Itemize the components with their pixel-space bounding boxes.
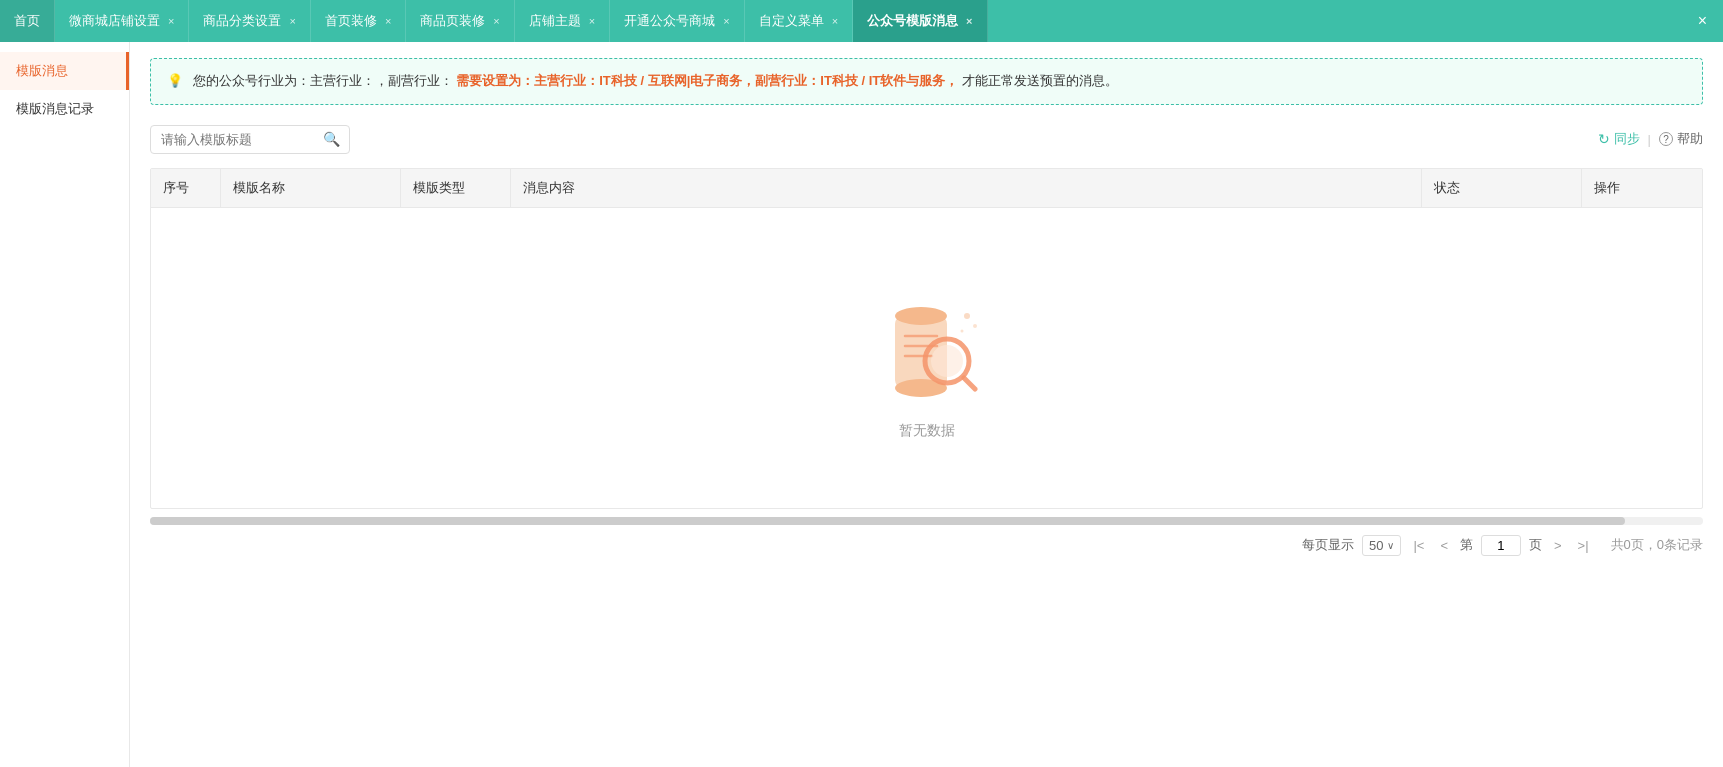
page-number-input[interactable] [1481,535,1521,556]
tab-home-label: 首页 [14,12,40,30]
svg-point-10 [964,313,970,319]
tab-home-decorate-close[interactable]: × [385,15,391,27]
tab-template-msg-close[interactable]: × [966,15,972,27]
tab-store-theme-close[interactable]: × [589,15,595,27]
sidebar-item-template-record[interactable]: 模版消息记录 [0,90,129,128]
tab-template-msg[interactable]: 公众号模版消息 × [853,0,987,42]
sidebar: 模版消息 模版消息记录 [0,42,130,767]
scrollbar-thumb[interactable] [150,517,1625,525]
page-last-btn[interactable]: >| [1574,536,1593,555]
topbar-global-close[interactable]: × [1682,12,1723,30]
empty-state: 暂无数据 [151,208,1702,508]
content-area: 💡 您的公众号行业为：主营行业：，副营行业： 需要设置为：主营行业：IT科技 /… [130,42,1723,767]
svg-point-2 [895,307,947,325]
tab-product-category-label: 商品分类设置 [203,12,281,30]
tab-home-decorate-label: 首页装修 [325,12,377,30]
page-next-btn[interactable]: > [1550,536,1566,555]
tab-store-theme-label: 店铺主题 [529,12,581,30]
page-size-value: 50 [1369,538,1383,553]
pagination: 每页显示 50 ∨ |< < 第 页 > >| 共0页，0条记录 [150,535,1703,556]
tab-micro-shop-close[interactable]: × [168,15,174,27]
tab-custom-menu[interactable]: 自定义菜单 × [745,0,853,42]
page-size-select[interactable]: 50 ∨ [1362,535,1401,556]
svg-point-12 [960,329,963,332]
tab-template-msg-label: 公众号模版消息 [867,12,958,30]
notice-icon: 💡 [167,73,183,88]
col-action: 操作 [1582,169,1702,207]
toolbar-divider: | [1648,132,1651,147]
page-label: 第 [1460,536,1473,554]
notice-highlight: 需要设置为：主营行业：IT科技 / 互联网|电子商务，副营行业：IT科技 / I… [456,73,958,88]
sidebar-item-template-message-label: 模版消息 [16,63,68,78]
data-table: 序号 模版名称 模版类型 消息内容 状态 操作 [150,168,1703,509]
tab-home-decorate[interactable]: 首页装修 × [311,0,406,42]
table-header: 序号 模版名称 模版类型 消息内容 状态 操作 [151,169,1702,208]
tab-custom-menu-label: 自定义菜单 [759,12,824,30]
tab-open-mall-close[interactable]: × [723,15,729,27]
tab-product-category-close[interactable]: × [289,15,295,27]
tab-store-theme[interactable]: 店铺主题 × [515,0,610,42]
page-first-btn[interactable]: |< [1409,536,1428,555]
horizontal-scrollbar[interactable] [150,517,1703,525]
help-button[interactable]: ? 帮助 [1659,130,1703,148]
tab-product-decorate-close[interactable]: × [493,15,499,27]
toolbar: 🔍 ↻ 同步 | ? 帮助 [150,125,1703,154]
tab-open-mall-label: 开通公众号商城 [624,12,715,30]
tab-custom-menu-close[interactable]: × [832,15,838,27]
topbar: 首页 微商城店铺设置 × 商品分类设置 × 首页装修 × 商品页装修 × 店铺主… [0,0,1723,42]
col-template-type: 模版类型 [401,169,511,207]
empty-text: 暂无数据 [899,422,955,440]
main-layout: 模版消息 模版消息记录 💡 您的公众号行业为：主营行业：，副营行业： 需要设置为… [0,42,1723,767]
empty-illustration [867,286,987,406]
svg-point-11 [973,324,977,328]
sidebar-item-template-record-label: 模版消息记录 [16,101,94,116]
tab-product-decorate-label: 商品页装修 [420,12,485,30]
tab-product-decorate[interactable]: 商品页装修 × [406,0,514,42]
col-template-name: 模版名称 [221,169,401,207]
help-label: 帮助 [1677,130,1703,148]
toolbar-right: ↻ 同步 | ? 帮助 [1598,130,1703,148]
page-unit: 页 [1529,536,1542,554]
page-size-label: 每页显示 [1302,536,1354,554]
help-icon: ? [1659,132,1673,146]
sync-button[interactable]: ↻ 同步 [1598,130,1640,148]
tab-micro-shop-label: 微商城店铺设置 [69,12,160,30]
notice-prefix: 您的公众号行业为：主营行业：，副营行业： [193,73,453,88]
sync-label: 同步 [1614,130,1640,148]
svg-line-9 [964,378,975,389]
col-message-content: 消息内容 [511,169,1422,207]
search-input[interactable] [150,125,350,154]
search-input-wrap: 🔍 [150,125,350,154]
col-status: 状态 [1422,169,1582,207]
tab-open-mall[interactable]: 开通公众号商城 × [610,0,744,42]
sync-icon: ↻ [1598,131,1610,147]
page-prev-btn[interactable]: < [1436,536,1452,555]
svg-point-8 [931,345,963,377]
notice-box: 💡 您的公众号行业为：主营行业：，副营行业： 需要设置为：主营行业：IT科技 /… [150,58,1703,105]
tab-home[interactable]: 首页 [0,0,55,42]
notice-suffix: 才能正常发送预置的消息。 [962,73,1118,88]
sidebar-item-template-message[interactable]: 模版消息 [0,52,129,90]
page-size-chevron: ∨ [1387,540,1394,551]
search-icon[interactable]: 🔍 [323,131,340,147]
tab-micro-shop[interactable]: 微商城店铺设置 × [55,0,189,42]
toolbar-left: 🔍 [150,125,350,154]
total-info: 共0页，0条记录 [1611,536,1703,554]
col-index: 序号 [151,169,221,207]
tab-product-category[interactable]: 商品分类设置 × [189,0,310,42]
